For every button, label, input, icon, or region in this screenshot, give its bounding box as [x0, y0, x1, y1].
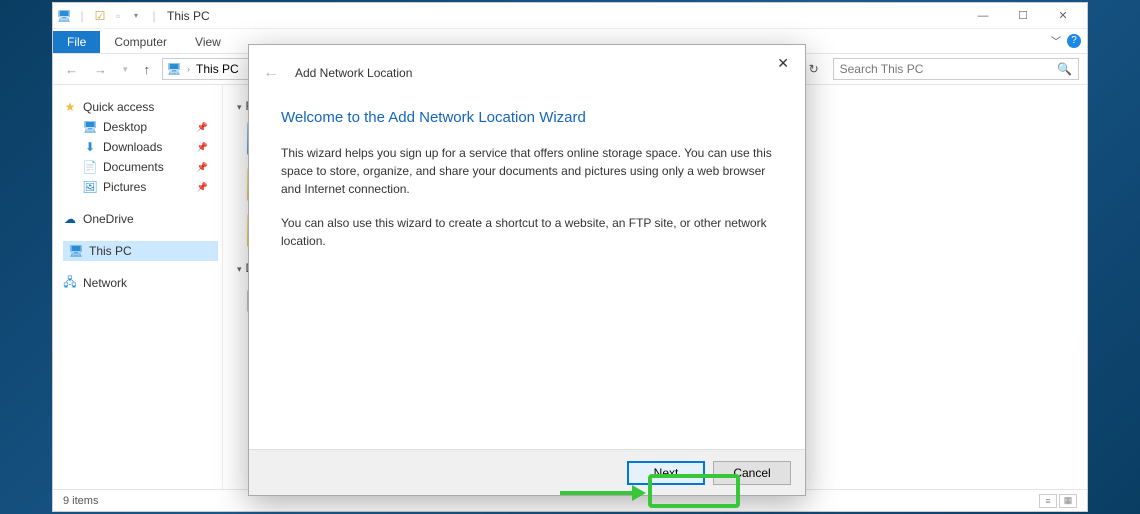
maximize-button[interactable]: ☐	[1003, 3, 1043, 29]
breadcrumb-icon: 🖥	[167, 62, 181, 76]
onedrive-icon: ☁	[63, 212, 77, 226]
chevron-down-icon: ▾	[237, 102, 242, 112]
view-details-button[interactable]: ≡	[1039, 494, 1057, 508]
dialog-footer: Next Cancel	[249, 449, 805, 495]
tab-file[interactable]: File	[53, 31, 100, 53]
view-icons-button[interactable]: ▦	[1059, 494, 1077, 508]
navigation-pane: ★Quick access 🖥Desktop📌 ⬇Downloads📌 📄Doc…	[53, 85, 223, 489]
sidebar-this-pc[interactable]: 🖥This PC	[63, 241, 218, 261]
sidebar-item-pictures[interactable]: 🖼Pictures📌	[63, 177, 218, 197]
qat-dropdown-icon[interactable]: ▾	[129, 9, 143, 23]
close-button[interactable]: ✕	[1043, 3, 1083, 29]
sidebar-network[interactable]: 🖧Network	[63, 273, 218, 293]
pc-icon: 🖥	[69, 244, 83, 258]
add-network-location-dialog: ← Add Network Location ✕ Welcome to the …	[248, 44, 806, 496]
dialog-heading: Welcome to the Add Network Location Wiza…	[281, 109, 773, 126]
qat-properties-icon[interactable]: ☑	[93, 9, 107, 23]
dialog-back-button: ←	[263, 64, 279, 82]
ribbon-collapse-icon[interactable]: ﹀	[1051, 33, 1061, 48]
search-input[interactable]: Search This PC 🔍	[833, 58, 1079, 80]
downloads-icon: ⬇	[83, 140, 97, 154]
chevron-down-icon: ▾	[237, 264, 242, 274]
tab-computer[interactable]: Computer	[100, 31, 181, 53]
window-title: This PC	[167, 9, 210, 23]
dialog-close-button[interactable]: ✕	[769, 51, 797, 76]
search-placeholder: Search This PC	[840, 62, 924, 76]
tab-view[interactable]: View	[181, 31, 235, 53]
pin-icon: 📌	[197, 162, 208, 173]
qat-separator: |	[75, 9, 89, 23]
dialog-title: Add Network Location	[295, 66, 412, 80]
star-icon: ★	[63, 100, 77, 114]
pin-icon: 📌	[197, 182, 208, 193]
sidebar-item-documents[interactable]: 📄Documents📌	[63, 157, 218, 177]
nav-recent-icon[interactable]: ▾	[119, 64, 132, 75]
app-icon: 🖥	[57, 9, 71, 23]
title-bar[interactable]: 🖥 | ☑ ▫ ▾ | This PC — ☐ ✕	[53, 3, 1087, 29]
minimize-button[interactable]: —	[963, 3, 1003, 29]
help-icon[interactable]: ?	[1067, 34, 1081, 48]
cancel-button[interactable]: Cancel	[713, 461, 791, 485]
sidebar-quick-access[interactable]: ★Quick access	[63, 97, 218, 117]
next-button[interactable]: Next	[627, 461, 705, 485]
pictures-icon: 🖼	[83, 180, 97, 194]
network-icon: 🖧	[63, 276, 77, 290]
pin-icon: 📌	[197, 122, 208, 133]
dialog-paragraph: You can also use this wizard to create a…	[281, 214, 773, 250]
sidebar-item-downloads[interactable]: ⬇Downloads📌	[63, 137, 218, 157]
sidebar-onedrive[interactable]: ☁OneDrive	[63, 209, 218, 229]
item-count: 9 items	[63, 495, 98, 507]
breadcrumb[interactable]: This PC	[196, 62, 239, 76]
pin-icon: 📌	[197, 142, 208, 153]
dialog-paragraph: This wizard helps you sign up for a serv…	[281, 144, 773, 198]
sidebar-item-desktop[interactable]: 🖥Desktop📌	[63, 117, 218, 137]
nav-back-button[interactable]: ←	[61, 62, 82, 77]
nav-forward-button[interactable]: →	[90, 62, 111, 77]
qat-newfolder-icon[interactable]: ▫	[111, 9, 125, 23]
desktop-icon: 🖥	[83, 120, 97, 134]
dialog-header: ← Add Network Location ✕	[249, 45, 805, 101]
documents-icon: 📄	[83, 160, 97, 174]
qat-separator: |	[147, 9, 161, 23]
nav-up-button[interactable]: ↑	[140, 62, 155, 77]
search-icon: 🔍	[1057, 62, 1072, 76]
chevron-right-icon[interactable]: ›	[187, 64, 190, 74]
dialog-body: Welcome to the Add Network Location Wiza…	[249, 101, 805, 449]
